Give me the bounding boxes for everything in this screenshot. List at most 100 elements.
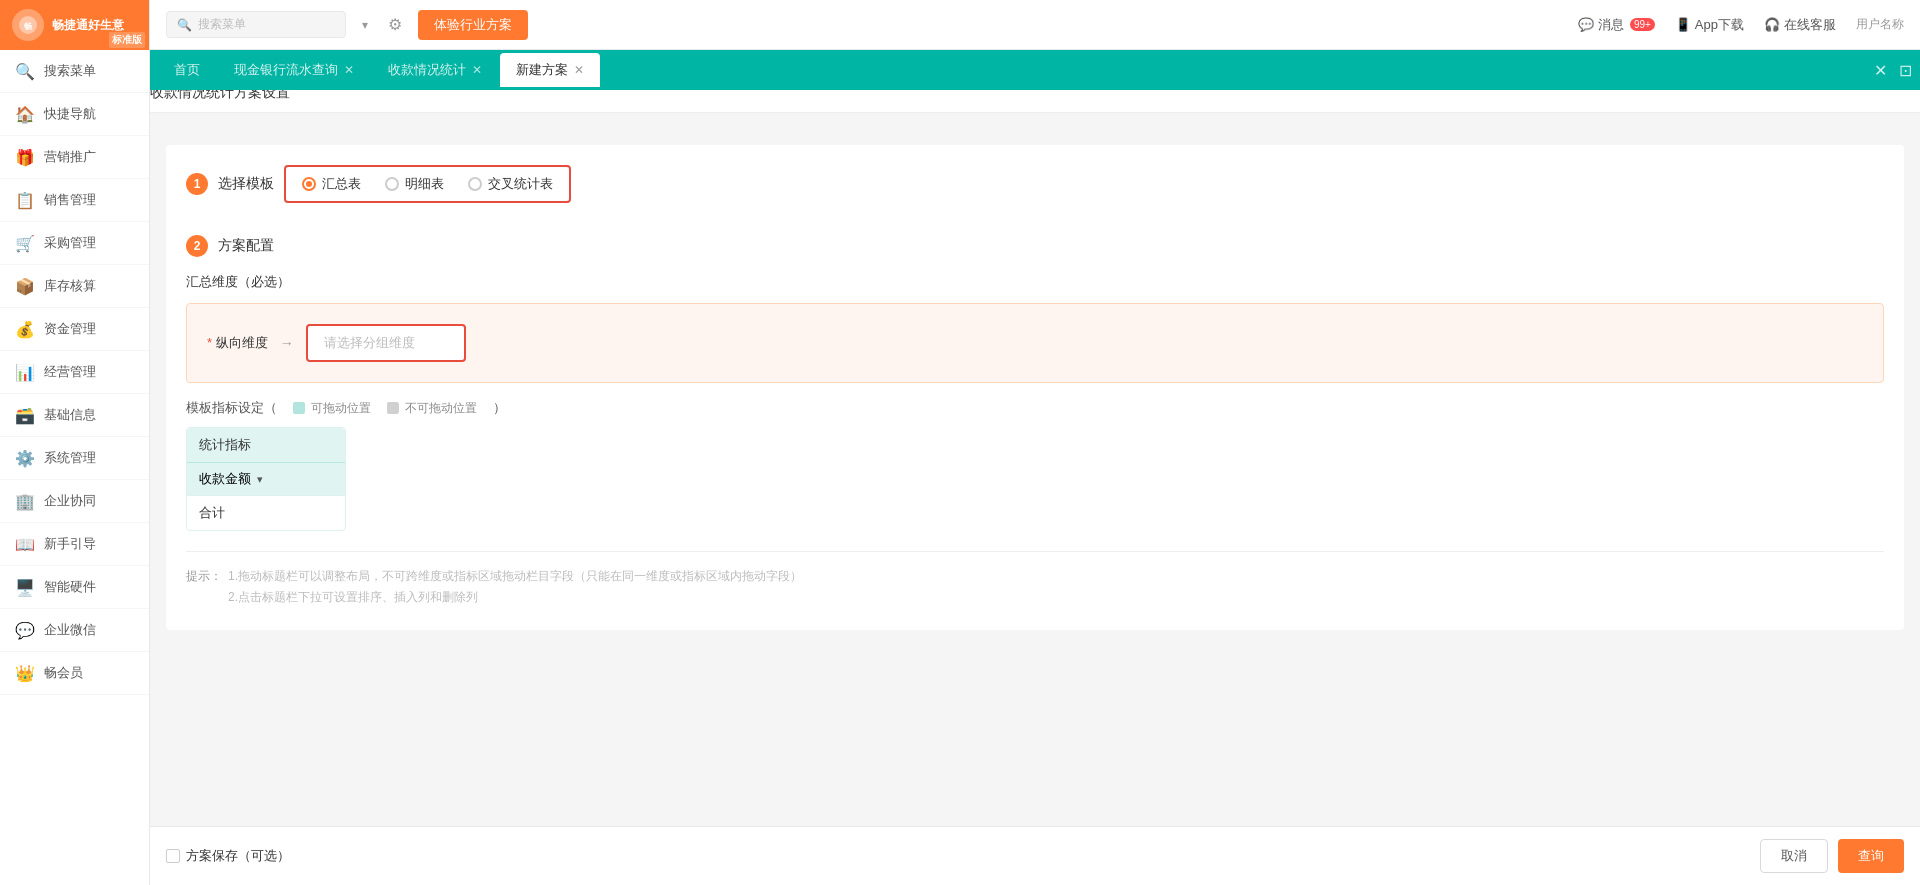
- quick-nav-icon: 🏠: [16, 105, 34, 123]
- inventory-icon: 📦: [16, 277, 34, 295]
- page-title: 收款情况统计方案设置: [150, 90, 1920, 113]
- sidebar-item-hardware[interactable]: 🖥️ 智能硬件: [0, 566, 149, 609]
- sidebar-item-finance[interactable]: 💰 资金管理: [0, 308, 149, 351]
- download-btn[interactable]: 📱 App下载: [1675, 16, 1744, 34]
- save-checkbox[interactable]: [166, 849, 180, 863]
- sidebar-item-label: 经营管理: [44, 363, 96, 381]
- sidebar-item-wechat[interactable]: 💬 企业微信: [0, 609, 149, 652]
- sidebar-item-enterprise[interactable]: 🏢 企业协同: [0, 480, 149, 523]
- sidebar-item-marketing[interactable]: 🎁 营销推广: [0, 136, 149, 179]
- notification-badge: 99+: [1630, 18, 1655, 31]
- tab-collection-stats[interactable]: 收款情况统计 ✕: [372, 53, 498, 87]
- wechat-icon: 💬: [16, 621, 34, 639]
- metric-table: 统计指标 收款金额 ▾ 合计: [186, 427, 346, 531]
- sales-icon: 📋: [16, 191, 34, 209]
- step2-number: 2: [186, 235, 208, 257]
- search-placeholder: 搜索菜单: [198, 16, 246, 33]
- metric-item-label: 收款金额: [199, 470, 251, 488]
- marketing-icon: 🎁: [16, 148, 34, 166]
- sidebar-item-label: 搜索菜单: [44, 62, 96, 80]
- dropdown-arrow-icon[interactable]: ▾: [362, 18, 368, 32]
- tips-section: 提示： 1.拖动标题栏可以调整布局，不可跨维度或指标区域拖动栏目字段（只能在同一…: [186, 551, 1884, 606]
- tip-item-1: 提示： 1.拖动标题栏可以调整布局，不可跨维度或指标区域拖动栏目字段（只能在同一…: [186, 568, 1884, 585]
- save-label: 方案保存（可选）: [186, 847, 290, 865]
- tab-bank-flow-close-icon[interactable]: ✕: [344, 63, 354, 77]
- tab-home[interactable]: 首页: [158, 53, 216, 87]
- tab-new-plan-close-icon[interactable]: ✕: [574, 63, 584, 77]
- fixed-legend-label: 不可拖动位置: [405, 400, 477, 417]
- dimension-selector[interactable]: 请选择分组维度: [306, 324, 466, 362]
- sidebar-item-label: 采购管理: [44, 234, 96, 252]
- enterprise-icon: 🏢: [16, 492, 34, 510]
- settings-card: 1 选择模板 汇总表 明细表 交叉统计表: [166, 145, 1904, 630]
- topbar-right: 💬 消息 99+ 📱 App下载 🎧 在线客服 用户名称: [1578, 16, 1904, 34]
- sidebar-item-search-menu[interactable]: 🔍 搜索菜单: [0, 50, 149, 93]
- sidebar-item-inventory[interactable]: 📦 库存核算: [0, 265, 149, 308]
- search-box[interactable]: 🔍 搜索菜单: [166, 11, 346, 38]
- sidebar-item-purchase[interactable]: 🛒 采购管理: [0, 222, 149, 265]
- sidebar-item-member[interactable]: 👑 畅会员: [0, 652, 149, 695]
- radio-detail-label: 明细表: [405, 175, 444, 193]
- member-icon: 👑: [16, 664, 34, 682]
- metric-title: 模板指标设定（: [186, 399, 277, 417]
- sidebar-item-label: 畅会员: [44, 664, 83, 682]
- cancel-button[interactable]: 取消: [1760, 839, 1828, 873]
- metric-section: 模板指标设定（ 可拖动位置 不可拖动位置 ） 统计指标: [186, 399, 1884, 531]
- radio-cross[interactable]: 交叉统计表: [468, 175, 553, 193]
- service-label: 在线客服: [1784, 16, 1836, 34]
- vertical-dimension-label: * 纵向维度: [207, 334, 268, 352]
- vertical-dimension-row: * 纵向维度 → 请选择分组维度: [207, 324, 1863, 362]
- metric-item-row[interactable]: 收款金额 ▾: [187, 462, 345, 495]
- search-menu-icon: 🔍: [16, 62, 34, 80]
- service-btn[interactable]: 🎧 在线客服: [1764, 16, 1836, 34]
- radio-summary[interactable]: 汇总表: [302, 175, 361, 193]
- sidebar-item-quick-nav[interactable]: 🏠 快捷导航: [0, 93, 149, 136]
- settings-icon[interactable]: ⚙: [388, 15, 402, 34]
- tab-window-controls: ✕ ⊡: [1874, 61, 1912, 80]
- draggable-legend-label: 可拖动位置: [311, 400, 371, 417]
- guide-icon: 📖: [16, 535, 34, 553]
- sidebar-item-label: 企业微信: [44, 621, 96, 639]
- sidebar-item-guide[interactable]: 📖 新手引导: [0, 523, 149, 566]
- maximize-icon[interactable]: ⊡: [1899, 61, 1912, 80]
- logo-text: 畅捷通好生意: [52, 17, 124, 34]
- step1-number: 1: [186, 173, 208, 195]
- logo-icon: 畅: [12, 9, 44, 41]
- sidebar-item-label: 库存核算: [44, 277, 96, 295]
- finance-icon: 💰: [16, 320, 34, 338]
- operation-icon: 📊: [16, 363, 34, 381]
- trial-btn[interactable]: 体验行业方案: [418, 10, 528, 40]
- sidebar-item-label: 资金管理: [44, 320, 96, 338]
- query-button[interactable]: 查询: [1838, 839, 1904, 873]
- sidebar-item-sales[interactable]: 📋 销售管理: [0, 179, 149, 222]
- sidebar-item-label: 企业协同: [44, 492, 96, 510]
- notification-btn[interactable]: 💬 消息 99+: [1578, 16, 1655, 34]
- main-content: 🔍 搜索菜单 ▾ ⚙ 体验行业方案 💬 消息 99+ 📱 App下载 🎧 在线客…: [150, 0, 1920, 885]
- radio-summary-label: 汇总表: [322, 175, 361, 193]
- tab-new-plan[interactable]: 新建方案 ✕: [500, 53, 600, 87]
- save-checkbox-label[interactable]: 方案保存（可选）: [166, 847, 290, 865]
- download-icon: 📱: [1675, 17, 1691, 32]
- hardware-icon: 🖥️: [16, 578, 34, 596]
- sidebar-item-label: 新手引导: [44, 535, 96, 553]
- tab-bank-flow[interactable]: 现金银行流水查询 ✕: [218, 53, 370, 87]
- sidebar-item-operation[interactable]: 📊 经营管理: [0, 351, 149, 394]
- sidebar: 畅 畅捷通好生意 标准版 🔍 搜索菜单 🏠 快捷导航 🎁 营销推广 📋 销售管理…: [0, 0, 150, 885]
- sidebar-item-basic-info[interactable]: 🗃️ 基础信息: [0, 394, 149, 437]
- metric-dropdown-icon[interactable]: ▾: [257, 473, 263, 486]
- topbar: 🔍 搜索菜单 ▾ ⚙ 体验行业方案 💬 消息 99+ 📱 App下载 🎧 在线客…: [150, 0, 1920, 50]
- radio-detail[interactable]: 明细表: [385, 175, 444, 193]
- basic-info-icon: 🗃️: [16, 406, 34, 424]
- minimize-icon[interactable]: ✕: [1874, 61, 1887, 80]
- metric-header: 模板指标设定（ 可拖动位置 不可拖动位置 ）: [186, 399, 1884, 417]
- tab-new-plan-label: 新建方案: [516, 61, 568, 79]
- sidebar-item-system[interactable]: ⚙️ 系统管理: [0, 437, 149, 480]
- sidebar-item-label: 基础信息: [44, 406, 96, 424]
- tab-collection-close-icon[interactable]: ✕: [472, 63, 482, 77]
- footer-buttons: 取消 查询: [1760, 839, 1904, 873]
- radio-cross-circle: [468, 177, 482, 191]
- draggable-legend-box: [293, 402, 305, 414]
- metric-table-header[interactable]: 统计指标: [187, 428, 345, 462]
- search-icon: 🔍: [177, 18, 192, 32]
- radio-summary-circle: [302, 177, 316, 191]
